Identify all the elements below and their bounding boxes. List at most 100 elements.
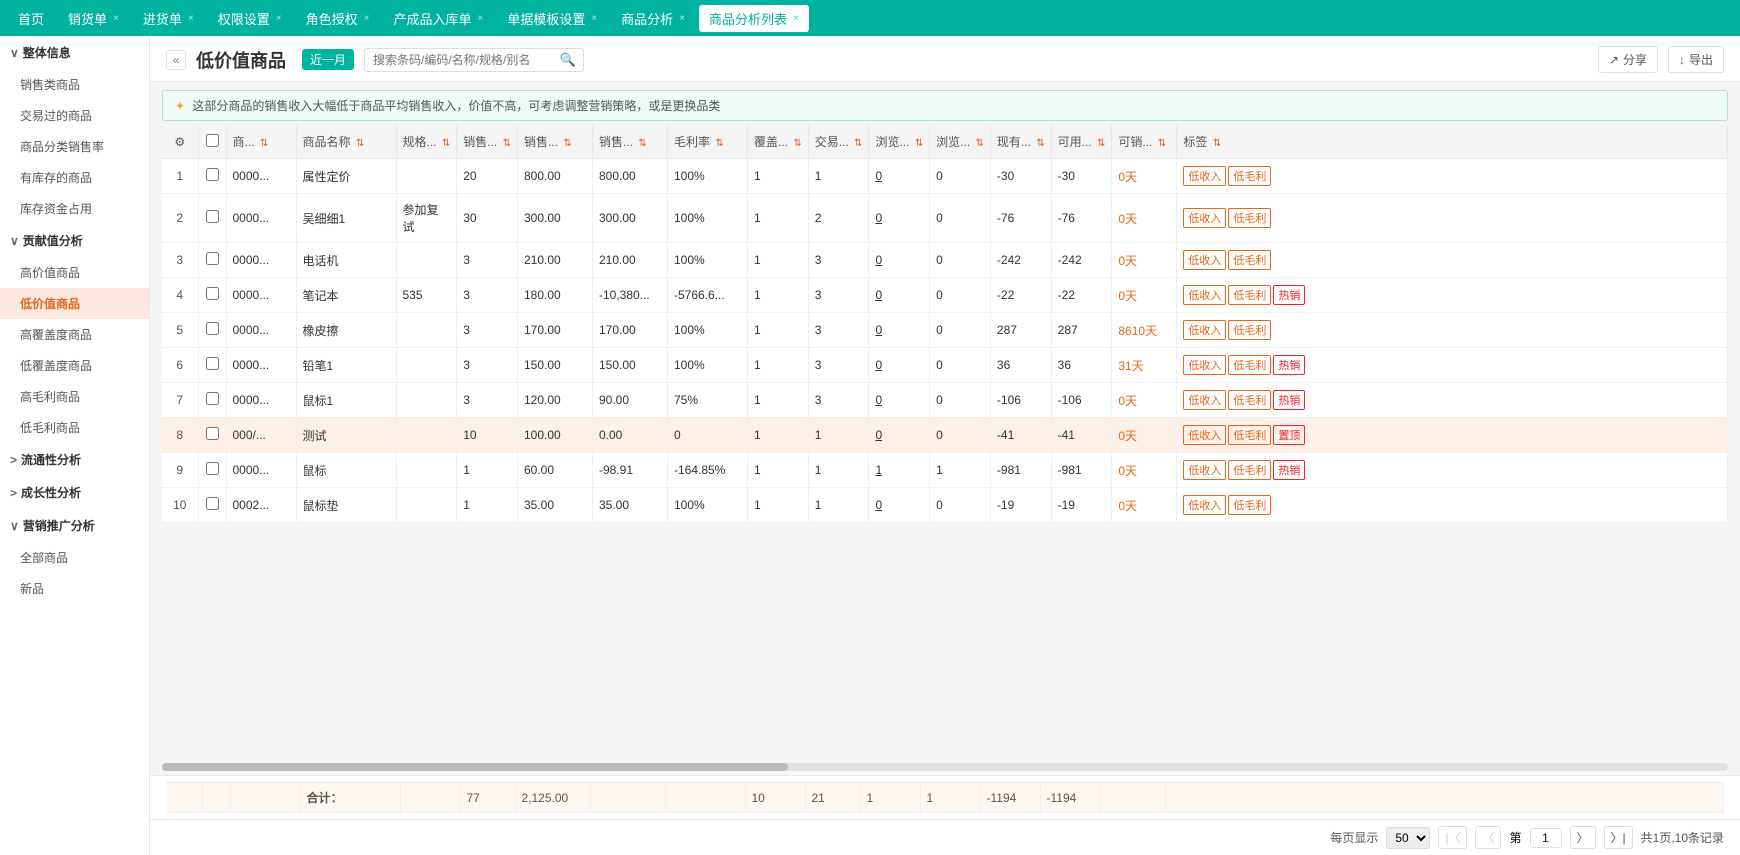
row-checkbox[interactable] xyxy=(206,287,219,300)
sidebar-item-high-profit[interactable]: 高毛利商品 xyxy=(0,381,149,412)
col-current[interactable]: 现有... ⇅ xyxy=(990,125,1051,159)
prev-page-btn[interactable]: 〈 xyxy=(1475,826,1501,849)
browse-link[interactable]: 0 xyxy=(875,428,882,442)
next-page-btn[interactable]: 〉 xyxy=(1570,826,1596,849)
nav-permission[interactable]: 权限设置 × xyxy=(208,5,292,32)
row-checkbox[interactable] xyxy=(206,392,219,405)
col-code[interactable]: 商... ⇅ xyxy=(226,125,296,159)
nav-role-close[interactable]: × xyxy=(364,13,370,24)
table-row: 5 0000... 橡皮擦 3 170.00 170.00 100% 1 3 0… xyxy=(162,313,1728,348)
row-code: 0000... xyxy=(226,313,296,348)
sidebar-section-contribution[interactable]: ∨ 贡献值分析 xyxy=(0,224,149,257)
row-spec xyxy=(396,488,457,523)
row-checkbox[interactable] xyxy=(206,497,219,510)
table-row: 8 000/... 测试 10 100.00 0.00 0 1 1 0 0 -4… xyxy=(162,418,1728,453)
row-saleable: 0天 xyxy=(1112,278,1177,313)
search-input[interactable] xyxy=(364,48,584,72)
browse-link[interactable]: 0 xyxy=(875,169,882,183)
sidebar-item-sales-goods[interactable]: 销售类商品 xyxy=(0,69,149,100)
sidebar-item-low-profit[interactable]: 低毛利商品 xyxy=(0,412,149,443)
export-button[interactable]: ↓ 导出 xyxy=(1668,46,1724,73)
sidebar-section-overview[interactable]: ∨ 整体信息 xyxy=(0,36,149,69)
sidebar-item-category-rate[interactable]: 商品分类销售率 xyxy=(0,131,149,162)
row-checkbox[interactable] xyxy=(206,210,219,223)
nav-goods-analysis-close[interactable]: × xyxy=(679,13,685,24)
row-current: -41 xyxy=(990,418,1051,453)
sidebar-section-flow[interactable]: > 流通性分析 xyxy=(0,443,149,476)
browse-link[interactable]: 1 xyxy=(875,463,882,477)
browse-link[interactable]: 0 xyxy=(875,498,882,512)
sidebar-item-low-coverage[interactable]: 低覆盖度商品 xyxy=(0,350,149,381)
browse-link[interactable]: 0 xyxy=(875,253,882,267)
sidebar-item-low-value[interactable]: 低价值商品 xyxy=(0,288,149,319)
nav-product-in-close[interactable]: × xyxy=(477,13,483,24)
nav-goods-list-close[interactable]: × xyxy=(793,13,799,24)
col-name[interactable]: 商品名称 ⇅ xyxy=(296,125,396,159)
sidebar-collapse-btn[interactable]: « xyxy=(166,50,186,70)
browse-link[interactable]: 0 xyxy=(875,323,882,337)
sidebar-section-marketing[interactable]: ∨ 营销推广分析 xyxy=(0,509,149,542)
nav-purchase[interactable]: 进货单 × xyxy=(133,5,204,32)
row-code: 000/... xyxy=(226,418,296,453)
sidebar-item-all-goods[interactable]: 全部商品 xyxy=(0,542,149,573)
col-browse1[interactable]: 浏览... ⇅ xyxy=(869,125,930,159)
nav-sales-close[interactable]: × xyxy=(113,13,119,24)
col-available[interactable]: 可用... ⇅ xyxy=(1051,125,1112,159)
nav-home[interactable]: 首页 xyxy=(8,5,54,32)
nav-sales[interactable]: 销货单 × xyxy=(58,5,129,32)
col-trade[interactable]: 交易... ⇅ xyxy=(808,125,869,159)
content-area: « 低价值商品 近一月 🔍 ↗ 分享 ↓ 导出 ✦ 这部分商品的销售收入大幅 xyxy=(150,36,1740,855)
col-spec[interactable]: 规格... ⇅ xyxy=(396,125,457,159)
nav-product-in[interactable]: 产成品入库单 × xyxy=(383,5,493,32)
col-browse2[interactable]: 浏览... ⇅ xyxy=(930,125,991,159)
main-table: ⚙ 商... ⇅ 商品名称 ⇅ 规格... ⇅ 销售... ⇅ 销售... ⇅ … xyxy=(162,125,1728,523)
row-browse2: 0 xyxy=(930,383,991,418)
sidebar-item-traded-goods[interactable]: 交易过的商品 xyxy=(0,100,149,131)
row-checkbox[interactable] xyxy=(206,462,219,475)
sidebar-item-stock-capital[interactable]: 库存资金占用 xyxy=(0,193,149,224)
row-sales-qty: 1 xyxy=(457,453,518,488)
select-all-checkbox[interactable] xyxy=(206,134,219,147)
row-sales-qty: 3 xyxy=(457,313,518,348)
nav-permission-close[interactable]: × xyxy=(276,13,282,24)
sidebar-item-high-coverage[interactable]: 高覆盖度商品 xyxy=(0,319,149,350)
sidebar-item-high-value[interactable]: 高价值商品 xyxy=(0,257,149,288)
row-checkbox[interactable] xyxy=(206,427,219,440)
row-checkbox[interactable] xyxy=(206,168,219,181)
col-saleable[interactable]: 可销... ⇅ xyxy=(1112,125,1177,159)
sidebar-item-new-goods[interactable]: 新品 xyxy=(0,573,149,604)
tag-label: 低收入 xyxy=(1183,390,1226,410)
row-tags: 低收入低毛利热销 xyxy=(1177,348,1728,383)
row-current: -30 xyxy=(990,159,1051,194)
nav-goods-analysis[interactable]: 商品分析 × xyxy=(611,5,695,32)
col-settings[interactable]: ⚙ xyxy=(162,125,198,159)
row-checkbox[interactable] xyxy=(206,252,219,265)
row-checkbox[interactable] xyxy=(206,357,219,370)
col-sales-qty[interactable]: 销售... ⇅ xyxy=(457,125,518,159)
table-scrollbar[interactable] xyxy=(162,763,1728,771)
sidebar-item-stock-goods[interactable]: 有库存的商品 xyxy=(0,162,149,193)
col-sales-amt2[interactable]: 销售... ⇅ xyxy=(592,125,667,159)
row-sales-amt: 210.00 xyxy=(517,243,592,278)
sidebar-section-growth[interactable]: > 成长性分析 xyxy=(0,476,149,509)
nav-template[interactable]: 单据模板设置 × xyxy=(497,5,607,32)
col-gross-rate[interactable]: 毛利率 ⇅ xyxy=(667,125,747,159)
browse-link[interactable]: 0 xyxy=(875,288,882,302)
browse-link[interactable]: 0 xyxy=(875,211,882,225)
share-button[interactable]: ↗ 分享 xyxy=(1598,46,1658,73)
nav-goods-list[interactable]: 商品分析列表 × xyxy=(699,5,809,32)
col-coverage[interactable]: 覆盖... ⇅ xyxy=(747,125,808,159)
browse-link[interactable]: 0 xyxy=(875,393,882,407)
col-tags[interactable]: 标签 ⇅ xyxy=(1177,125,1728,159)
nav-template-close[interactable]: × xyxy=(591,13,597,24)
nav-purchase-close[interactable]: × xyxy=(188,13,194,24)
col-sales-amt[interactable]: 销售... ⇅ xyxy=(517,125,592,159)
filter-tag-btn[interactable]: 近一月 xyxy=(302,49,354,70)
page-size-select[interactable]: 50 xyxy=(1386,827,1430,849)
nav-role[interactable]: 角色授权 × xyxy=(296,5,380,32)
browse-link[interactable]: 0 xyxy=(875,358,882,372)
first-page-btn[interactable]: |〈 xyxy=(1438,826,1467,849)
last-page-btn[interactable]: 〉| xyxy=(1604,826,1633,849)
page-number-input[interactable] xyxy=(1530,828,1562,848)
row-checkbox[interactable] xyxy=(206,322,219,335)
